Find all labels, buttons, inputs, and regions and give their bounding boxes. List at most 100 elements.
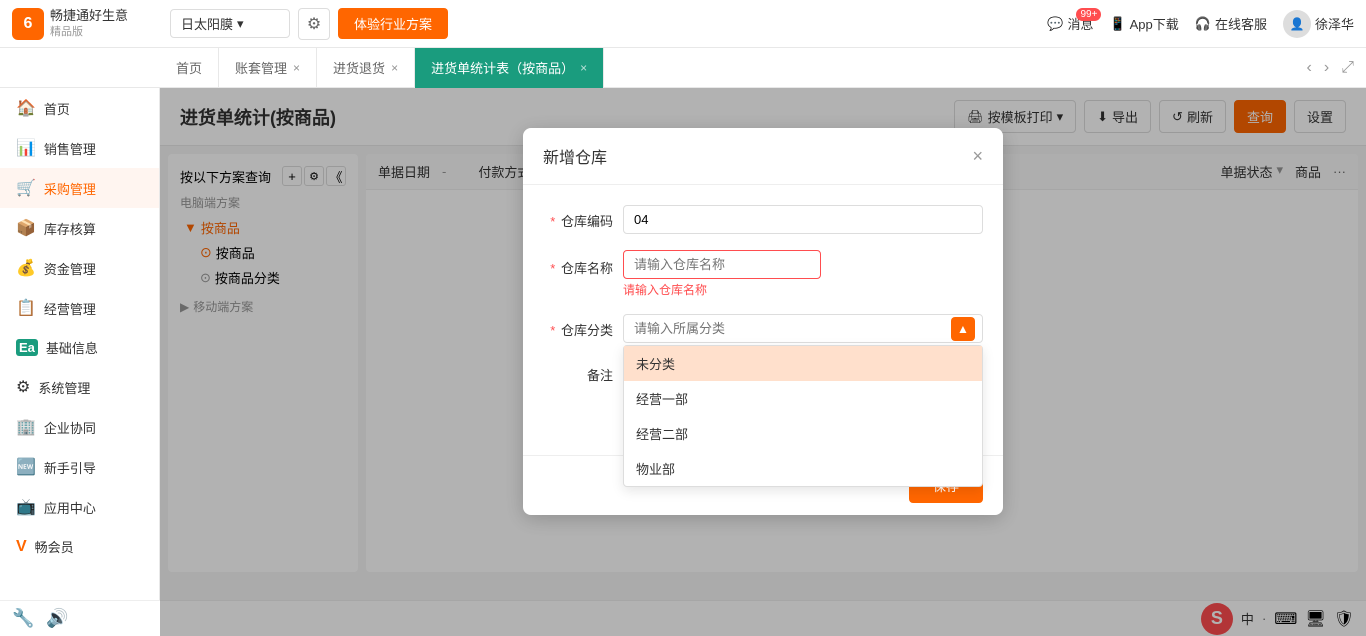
sidebar-item-member-label: 畅会员 <box>35 537 74 556</box>
dropdown-arrow-icon[interactable]: ▲ <box>951 317 975 341</box>
sidebar-item-basic-label: 基础信息 <box>46 338 98 357</box>
service-button[interactable]: 🎧 在线客服 <box>1195 14 1267 33</box>
basic-icon: Ea <box>16 339 38 356</box>
name-label: * 仓库名称 <box>543 252 613 277</box>
note-label: 备注 <box>543 359 613 384</box>
logo-area: 6 畅捷通好生意 精品版 <box>12 8 162 40</box>
category-input[interactable] <box>623 314 983 343</box>
name-input[interactable] <box>623 250 821 279</box>
headphone-icon: 🎧 <box>1195 16 1211 32</box>
dropdown-option-dept2[interactable]: 经营二部 <box>624 416 982 451</box>
top-header: 6 畅捷通好生意 精品版 日太阳膜 ▾ ⚙ 体验行业方案 💬 消息 99+ 📱 … <box>0 0 1366 48</box>
sidebar-item-sales[interactable]: 📊 销售管理 <box>0 128 159 168</box>
apps-icon: 📺 <box>16 497 36 517</box>
sidebar-item-basic[interactable]: Ea 基础信息 <box>0 328 159 367</box>
tab-expand-icon[interactable]: ⤢ <box>1337 55 1358 81</box>
sidebar-item-operation-label: 经营管理 <box>44 299 96 318</box>
tab-purchase-return-close[interactable]: × <box>391 61 398 75</box>
sidebar-item-finance[interactable]: 💰 资金管理 <box>0 248 159 288</box>
tab-purchase-stats[interactable]: 进货单统计表（按商品） × <box>415 48 604 88</box>
store-selector[interactable]: 日太阳膜 ▾ <box>170 9 290 38</box>
modal-overlay[interactable]: 新增仓库 × * 仓库编码 <box>160 88 1366 636</box>
sidebar-item-system[interactable]: ⚙ 系统管理 <box>0 367 159 407</box>
sidebar-item-apps[interactable]: 📺 应用中心 <box>0 487 159 527</box>
category-label: * 仓库分类 <box>543 314 613 339</box>
sidebar: 🏠 首页 📊 销售管理 🛒 采购管理 📦 库存核算 💰 资金管理 📋 经营管理 … <box>0 88 160 636</box>
bottom-left: 🔧 🔊 <box>12 608 69 629</box>
tab-purchase-stats-label: 进货单统计表（按商品） <box>431 58 574 77</box>
tab-purchase-return-label: 进货退货 <box>333 58 385 77</box>
sidebar-item-inventory-label: 库存核算 <box>44 219 96 238</box>
code-field-row: * 仓库编码 <box>543 205 983 234</box>
tab-account[interactable]: 账套管理 × <box>219 48 317 88</box>
user-name: 徐泽华 <box>1315 14 1354 33</box>
dropdown-option-property[interactable]: 物业部 <box>624 451 982 486</box>
finance-icon: 💰 <box>16 258 36 278</box>
tab-account-close[interactable]: × <box>293 61 300 75</box>
gear-button[interactable]: ⚙ <box>298 8 330 40</box>
message-icon: 💬 <box>1047 16 1063 32</box>
tab-bar: 首页 账套管理 × 进货退货 × 进货单统计表（按商品） × ‹ › ⤢ <box>0 48 1366 88</box>
dropdown-option-uncategorized[interactable]: 未分类 <box>624 346 982 381</box>
category-field-row: * 仓库分类 ▲ 未分类 经营一部 经营二部 物业部 <box>543 314 983 343</box>
enterprise-icon: 🏢 <box>16 417 36 437</box>
sales-icon: 📊 <box>16 138 36 158</box>
purchase-icon: 🛒 <box>16 178 36 198</box>
logo-icon: 6 <box>12 8 44 40</box>
app-label: App下载 <box>1130 14 1179 33</box>
sidebar-item-apps-label: 应用中心 <box>44 498 96 517</box>
sidebar-item-guide[interactable]: 🆕 新手引导 <box>0 447 159 487</box>
category-dropdown[interactable]: ▲ 未分类 经营一部 经营二部 物业部 <box>623 314 983 343</box>
main-layout: 🏠 首页 📊 销售管理 🛒 采购管理 📦 库存核算 💰 资金管理 📋 经营管理 … <box>0 88 1366 636</box>
user-profile[interactable]: 👤 徐泽华 <box>1283 10 1354 38</box>
sidebar-item-operation[interactable]: 📋 经营管理 <box>0 288 159 328</box>
avatar: 👤 <box>1283 10 1311 38</box>
code-input[interactable] <box>623 205 983 234</box>
settings-bottom-icon[interactable]: 🔧 <box>12 608 34 629</box>
code-label: * 仓库编码 <box>543 205 613 230</box>
modal-title: 新增仓库 <box>543 144 607 168</box>
sidebar-item-enterprise-label: 企业协同 <box>44 418 96 437</box>
sidebar-item-purchase[interactable]: 🛒 采购管理 <box>0 168 159 208</box>
name-field-row: * 仓库名称 请输入仓库名称 <box>543 250 983 298</box>
sidebar-item-home[interactable]: 🏠 首页 <box>0 88 159 128</box>
sidebar-item-inventory[interactable]: 📦 库存核算 <box>0 208 159 248</box>
messages-badge: 99+ <box>1076 8 1101 21</box>
logo-sub: 精品版 <box>50 23 128 39</box>
tab-purchase-return[interactable]: 进货退货 × <box>317 48 415 88</box>
system-icon: ⚙ <box>16 377 30 397</box>
tab-actions: ‹ › ⤢ <box>1303 55 1366 81</box>
name-error-msg: 请输入仓库名称 <box>623 281 707 298</box>
guide-icon: 🆕 <box>16 457 36 477</box>
member-icon: V <box>16 538 27 556</box>
tab-next-icon[interactable]: › <box>1320 55 1333 81</box>
sidebar-item-guide-label: 新手引导 <box>44 458 96 477</box>
chevron-down-icon: ▾ <box>237 16 244 32</box>
trial-button[interactable]: 体验行业方案 <box>338 8 448 39</box>
header-right: 💬 消息 99+ 📱 App下载 🎧 在线客服 👤 徐泽华 <box>1047 10 1354 38</box>
volume-icon[interactable]: 🔊 <box>46 608 68 629</box>
service-label: 在线客服 <box>1215 14 1267 33</box>
new-warehouse-modal: 新增仓库 × * 仓库编码 <box>523 128 1003 515</box>
tab-home[interactable]: 首页 <box>160 48 219 88</box>
modal-close-button[interactable]: × <box>972 146 983 167</box>
sidebar-item-member[interactable]: V 畅会员 <box>0 527 159 566</box>
inventory-icon: 📦 <box>16 218 36 238</box>
messages-button[interactable]: 💬 消息 99+ <box>1047 14 1093 33</box>
sidebar-item-enterprise[interactable]: 🏢 企业协同 <box>0 407 159 447</box>
operation-icon: 📋 <box>16 298 36 318</box>
sidebar-item-system-label: 系统管理 <box>38 378 90 397</box>
sidebar-item-purchase-label: 采购管理 <box>44 179 96 198</box>
sidebar-item-home-label: 首页 <box>44 99 70 118</box>
dropdown-option-dept1[interactable]: 经营一部 <box>624 381 982 416</box>
modal-body: * 仓库编码 * 仓库名称 <box>523 185 1003 455</box>
tab-prev-icon[interactable]: ‹ <box>1303 55 1316 81</box>
tab-account-label: 账套管理 <box>235 58 287 77</box>
modal-header: 新增仓库 × <box>523 128 1003 185</box>
category-dropdown-list: 未分类 经营一部 经营二部 物业部 <box>623 345 983 487</box>
content-area: 进货单统计(按商品) 🖨 按模板打印 ▾ ⬇ 导出 ↺ 刷新 查询 设置 <box>160 88 1366 636</box>
sidebar-item-finance-label: 资金管理 <box>44 259 96 278</box>
app-download-button[interactable]: 📱 App下载 <box>1109 14 1178 33</box>
gear-icon: ⚙ <box>307 14 321 34</box>
tab-purchase-stats-close[interactable]: × <box>580 61 587 75</box>
